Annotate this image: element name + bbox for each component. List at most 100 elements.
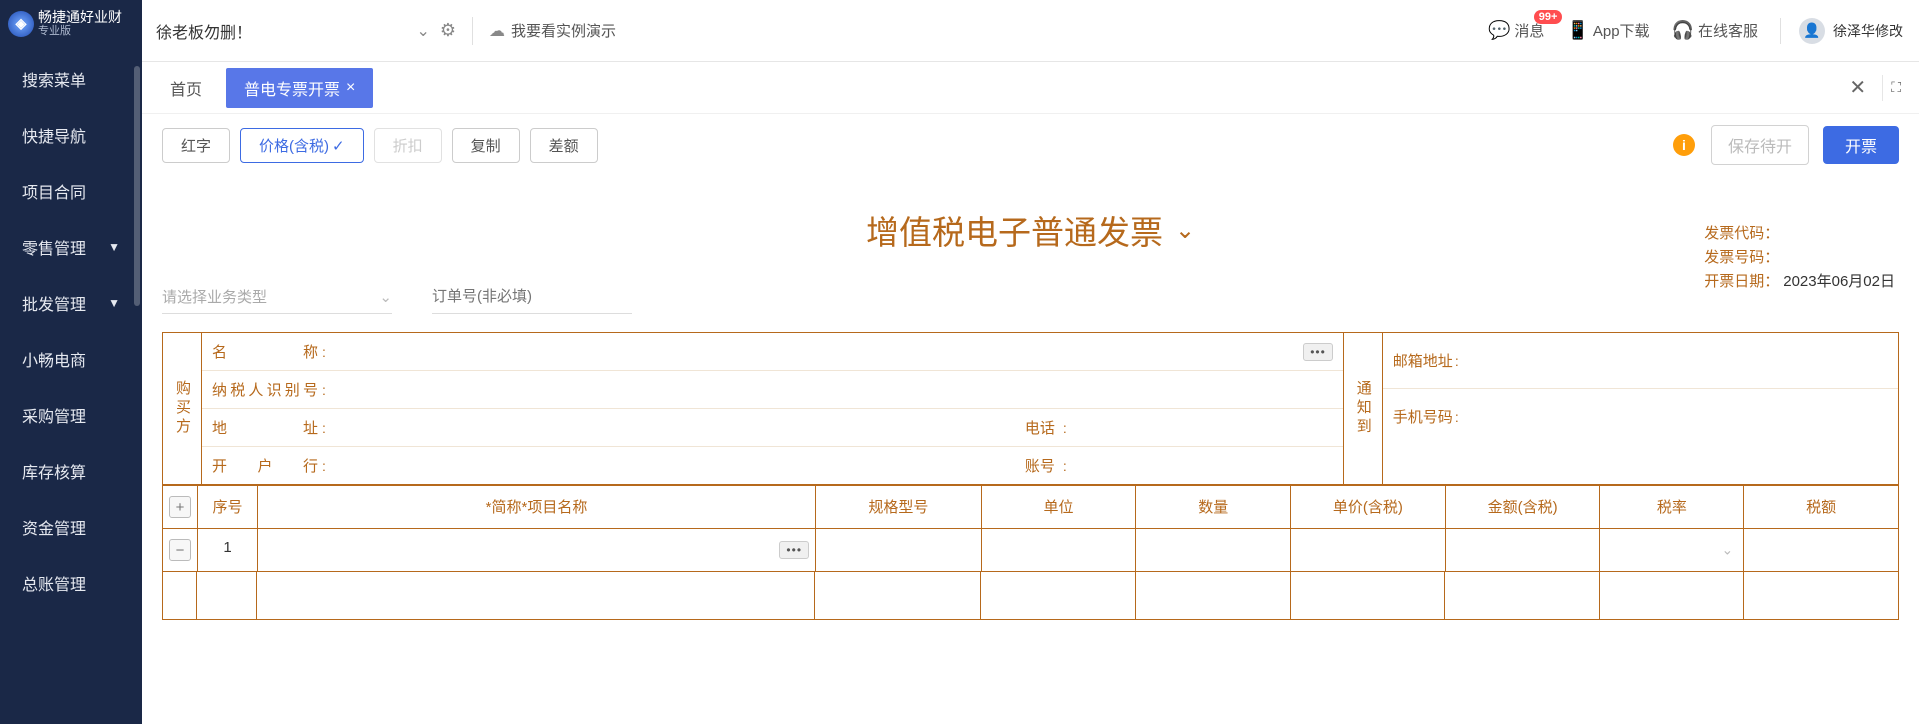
sidebar-item-project-contract[interactable]: 项目合同: [0, 163, 142, 219]
business-type-select[interactable]: 请选择业务类型 ⌄: [162, 286, 392, 314]
headset-icon: 🎧: [1672, 20, 1694, 41]
logo-area: ◈ 畅捷通好业财 专业版: [0, 0, 142, 51]
sidebar-item-inventory[interactable]: 库存核算: [0, 443, 142, 499]
buyer-phone-input[interactable]: [1073, 419, 1333, 436]
buyer-bank-input[interactable]: [326, 455, 716, 476]
buyer-section-label: 购买方: [163, 380, 201, 437]
gear-icon[interactable]: ⚙: [440, 20, 456, 41]
chevron-down-icon: ⌄: [1175, 216, 1195, 245]
sidebar-item-label: 资金管理: [22, 515, 86, 539]
buyer-account-input[interactable]: [1073, 457, 1333, 474]
info-icon[interactable]: i: [1673, 134, 1695, 156]
row-seq: 1: [198, 529, 258, 571]
support-button[interactable]: 🎧 在线客服: [1672, 20, 1758, 41]
remove-row-button[interactable]: −: [169, 539, 191, 561]
fullscreen-icon[interactable]: ⛶: [1882, 75, 1909, 101]
red-button[interactable]: 红字: [162, 128, 230, 163]
sidebar-item-label: 采购管理: [22, 403, 86, 427]
messages-button[interactable]: 💬 消息 99+: [1488, 20, 1544, 41]
toolbar: 红字 价格(含税)✓ 折扣 复制 差额 i 保存待开 开票: [142, 114, 1919, 176]
business-type-placeholder: 请选择业务类型: [162, 286, 267, 307]
chevron-down-icon: ▼: [108, 240, 120, 254]
org-selector[interactable]: 徐老板勿删！ ⌄ ⚙: [156, 19, 456, 43]
buyer-address-label: 地 址: [212, 417, 320, 438]
sidebar-item-ledger[interactable]: 总账管理: [0, 555, 142, 611]
buyer-phone-label: 电话: [1025, 417, 1055, 438]
tax-price-label: 价格(含税): [259, 138, 329, 155]
col-seq: 序号: [198, 486, 258, 528]
invoice-meta: 发票代码： 发票号码： 开票日期：2023年06月02日: [1704, 222, 1895, 294]
buyer-name-more-button[interactable]: •••: [1303, 343, 1333, 361]
tab-label: 普电专票开票: [244, 76, 340, 100]
tab-invoice[interactable]: 普电专票开票 ×: [226, 68, 373, 108]
scrollbar[interactable]: [134, 66, 140, 306]
buyer-taxid-label: 纳税人识别号: [212, 379, 320, 400]
empty-amount: [1445, 572, 1600, 619]
check-icon: ✓: [332, 138, 345, 155]
app-download-button[interactable]: 📱 App下载: [1566, 20, 1649, 41]
close-all-tabs-icon[interactable]: ✕: [1839, 75, 1876, 100]
sidebar-item-retail[interactable]: 零售管理▼: [0, 219, 142, 275]
row-spec-cell[interactable]: [816, 529, 982, 571]
add-row-button[interactable]: +: [169, 496, 191, 518]
sidebar-item-funds[interactable]: 资金管理: [0, 499, 142, 555]
tab-home[interactable]: 首页: [152, 68, 220, 108]
notify-mobile-input[interactable]: [1459, 406, 1888, 427]
invoice-title-selector[interactable]: 增值税电子普通发票 ⌄: [866, 206, 1195, 254]
close-icon[interactable]: ×: [346, 79, 355, 97]
empty-rate: [1600, 572, 1744, 619]
header-actions: 💬 消息 99+ 📱 App下载 🎧 在线客服 👤 徐泽华修改: [1488, 18, 1903, 44]
tax-price-button[interactable]: 价格(含税)✓: [240, 128, 364, 163]
invoice-code-label: 发票代码：: [1704, 225, 1779, 242]
mobile-icon: 📱: [1566, 20, 1588, 41]
row-price-cell[interactable]: [1291, 529, 1446, 571]
row-tax-cell[interactable]: [1744, 529, 1898, 571]
user-name: 徐泽华修改: [1833, 21, 1903, 41]
buyer-address-input[interactable]: [326, 417, 716, 438]
row-unit-cell[interactable]: [982, 529, 1137, 571]
sidebar-item-wholesale[interactable]: 批发管理 ▼: [0, 275, 142, 331]
row-amount-cell[interactable]: [1446, 529, 1601, 571]
chevron-down-icon: ▼: [108, 296, 120, 310]
notify-email-input[interactable]: [1459, 350, 1888, 371]
buyer-row: 购买方 名 称: ••• 纳税人识别号: 地 址: 电话:: [163, 333, 1898, 485]
item-picker-button[interactable]: •••: [779, 541, 809, 559]
save-pending-button[interactable]: 保存待开: [1711, 125, 1809, 165]
empty-spec: [815, 572, 981, 619]
invoice-button[interactable]: 开票: [1823, 126, 1899, 164]
order-number-input[interactable]: [432, 286, 632, 314]
sidebar-item-label: 总账管理: [22, 571, 86, 595]
sidebar-item-label: 快捷导航: [22, 123, 86, 147]
sidebar-item-ecommerce[interactable]: 小畅电商: [0, 331, 142, 387]
sidebar-item-label: 小畅电商: [22, 347, 86, 371]
buyer-account-label: 账号: [1025, 455, 1055, 476]
sidebar-item-search-menu[interactable]: 搜索菜单: [0, 51, 142, 107]
sidebar-item-label: 批发管理: [22, 291, 86, 315]
user-area[interactable]: 👤 徐泽华修改: [1780, 18, 1903, 44]
app-label: App下载: [1593, 20, 1650, 41]
invoice-date-value: 2023年06月02日: [1783, 273, 1895, 290]
buyer-taxid-input[interactable]: [326, 379, 1333, 400]
row-rate-cell[interactable]: ⌄: [1600, 529, 1744, 571]
notify-section-cell: 通知到: [1343, 333, 1383, 484]
empty-tax: [1744, 572, 1898, 619]
sidebar-item-label: 项目合同: [22, 179, 86, 203]
row-name-cell[interactable]: •••: [258, 529, 816, 571]
messages-badge: 99+: [1534, 10, 1563, 24]
col-amount: 金额(含税): [1446, 486, 1601, 528]
invoice-title-row: 增值税电子普通发票 ⌄ 发票代码： 发票号码： 开票日期：2023年06月02日: [142, 176, 1919, 286]
brand-name: 畅捷通好业财: [38, 10, 122, 25]
invoice-form: 购买方 名 称: ••• 纳税人识别号: 地 址: 电话:: [162, 332, 1899, 486]
notify-email-label: 邮箱地址: [1393, 350, 1453, 371]
buyer-name-input[interactable]: [326, 341, 1303, 362]
copy-button[interactable]: 复制: [452, 128, 520, 163]
sidebar-item-quick-nav[interactable]: 快捷导航: [0, 107, 142, 163]
demo-link[interactable]: ☁ 我要看实例演示: [489, 20, 616, 41]
buyer-name-label: 名 称: [212, 341, 320, 362]
diff-button[interactable]: 差额: [530, 128, 598, 163]
row-qty-cell[interactable]: [1136, 529, 1291, 571]
top-header: 徐老板勿删！ ⌄ ⚙ ☁ 我要看实例演示 💬 消息 99+ 📱 App下载 🎧 …: [142, 0, 1919, 62]
sidebar-item-purchase[interactable]: 采购管理: [0, 387, 142, 443]
add-row-cell: +: [163, 486, 198, 528]
items-table: + 序号 *简称*项目名称 规格型号 单位 数量 单价(含税) 金额(含税) 税…: [162, 486, 1899, 620]
